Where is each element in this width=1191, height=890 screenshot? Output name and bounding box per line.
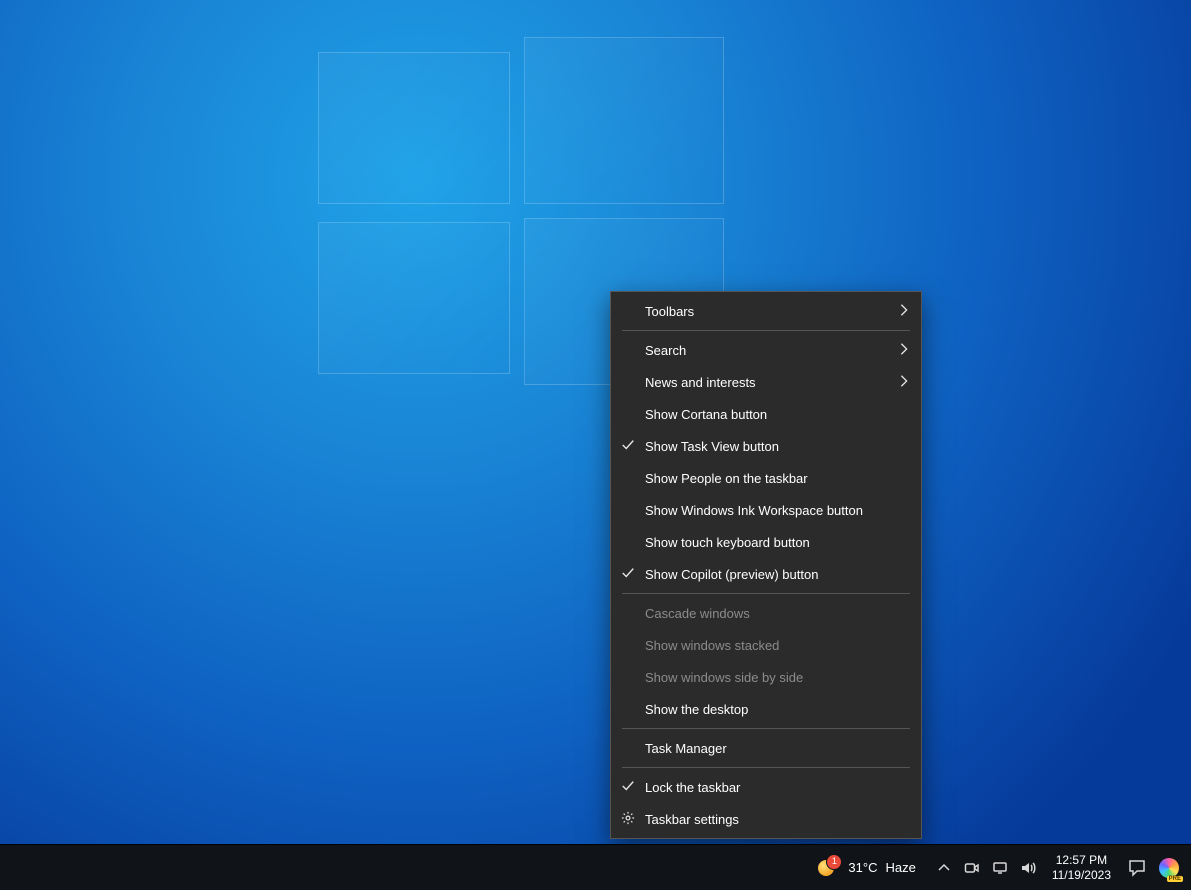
weather-condition: Haze xyxy=(885,860,915,875)
menu-item-taskbar-settings[interactable]: Taskbar settings xyxy=(611,803,921,835)
menu-item-label: Search xyxy=(645,343,686,358)
weather-alert-badge: 1 xyxy=(826,854,842,870)
menu-item-label: Show Windows Ink Workspace button xyxy=(645,503,863,518)
chevron-right-icon xyxy=(897,342,911,356)
menu-item-label: Task Manager xyxy=(645,741,727,756)
menu-item-show-task-view[interactable]: Show Task View button xyxy=(611,430,921,462)
menu-item-label: Show windows side by side xyxy=(645,670,803,685)
check-icon xyxy=(621,438,635,452)
check-icon xyxy=(621,566,635,580)
weather-icon: 1 xyxy=(816,856,840,880)
preview-badge: PRE xyxy=(1167,876,1183,882)
system-tray: 1 31°C Haze 12:57 PM 11/19/2023 xyxy=(806,845,1185,890)
menu-item-label: Cascade windows xyxy=(645,606,750,621)
menu-item-label: Show touch keyboard button xyxy=(645,535,810,550)
check-icon xyxy=(621,779,635,793)
news-weather-widget[interactable]: 1 31°C Haze xyxy=(806,845,929,890)
menu-separator xyxy=(622,728,910,729)
menu-item-toolbars[interactable]: Toolbars xyxy=(611,295,921,327)
menu-item-label: Show the desktop xyxy=(645,702,748,717)
copilot-taskbar-button[interactable]: PRE xyxy=(1153,858,1185,878)
clock-time: 12:57 PM xyxy=(1056,853,1107,868)
menu-item-show-cortana[interactable]: Show Cortana button xyxy=(611,398,921,430)
menu-item-news-interests[interactable]: News and interests xyxy=(611,366,921,398)
weather-temperature: 31°C xyxy=(848,860,877,875)
menu-item-show-people[interactable]: Show People on the taskbar xyxy=(611,462,921,494)
menu-item-windows-stacked: Show windows stacked xyxy=(611,629,921,661)
menu-item-task-manager[interactable]: Task Manager xyxy=(611,732,921,764)
taskbar: 1 31°C Haze 12:57 PM 11/19/2023 xyxy=(0,844,1191,890)
menu-item-label: Show Copilot (preview) button xyxy=(645,567,818,582)
tray-network-icon[interactable] xyxy=(986,845,1014,890)
tray-volume-icon[interactable] xyxy=(1014,845,1042,890)
menu-item-show-touch-keyboard[interactable]: Show touch keyboard button xyxy=(611,526,921,558)
menu-item-label: Show Task View button xyxy=(645,439,779,454)
taskbar-context-menu: Toolbars Search News and interests Show … xyxy=(610,291,922,839)
menu-item-search[interactable]: Search xyxy=(611,334,921,366)
tray-overflow-button[interactable] xyxy=(930,845,958,890)
chevron-right-icon xyxy=(897,374,911,388)
menu-item-show-ink[interactable]: Show Windows Ink Workspace button xyxy=(611,494,921,526)
menu-item-label: Toolbars xyxy=(645,304,694,319)
menu-item-label: Show Cortana button xyxy=(645,407,767,422)
menu-item-label: News and interests xyxy=(645,375,756,390)
menu-item-windows-side-by-side: Show windows side by side xyxy=(611,661,921,693)
menu-item-show-desktop[interactable]: Show the desktop xyxy=(611,693,921,725)
menu-separator xyxy=(622,330,910,331)
gear-icon xyxy=(621,811,635,825)
menu-item-label: Show People on the taskbar xyxy=(645,471,808,486)
menu-separator xyxy=(622,767,910,768)
menu-item-label: Lock the taskbar xyxy=(645,780,740,795)
menu-item-cascade-windows: Cascade windows xyxy=(611,597,921,629)
clock-date: 11/19/2023 xyxy=(1052,868,1111,883)
menu-item-show-copilot[interactable]: Show Copilot (preview) button xyxy=(611,558,921,590)
action-center-button[interactable] xyxy=(1121,845,1153,890)
chevron-right-icon xyxy=(897,303,911,317)
menu-separator xyxy=(622,593,910,594)
menu-item-lock-taskbar[interactable]: Lock the taskbar xyxy=(611,771,921,803)
notification-icon xyxy=(1128,859,1146,877)
menu-item-label: Taskbar settings xyxy=(645,812,739,827)
menu-item-label: Show windows stacked xyxy=(645,638,779,653)
tray-meet-now-icon[interactable] xyxy=(958,845,986,890)
tray-clock[interactable]: 12:57 PM 11/19/2023 xyxy=(1042,845,1121,890)
copilot-icon: PRE xyxy=(1159,858,1179,878)
